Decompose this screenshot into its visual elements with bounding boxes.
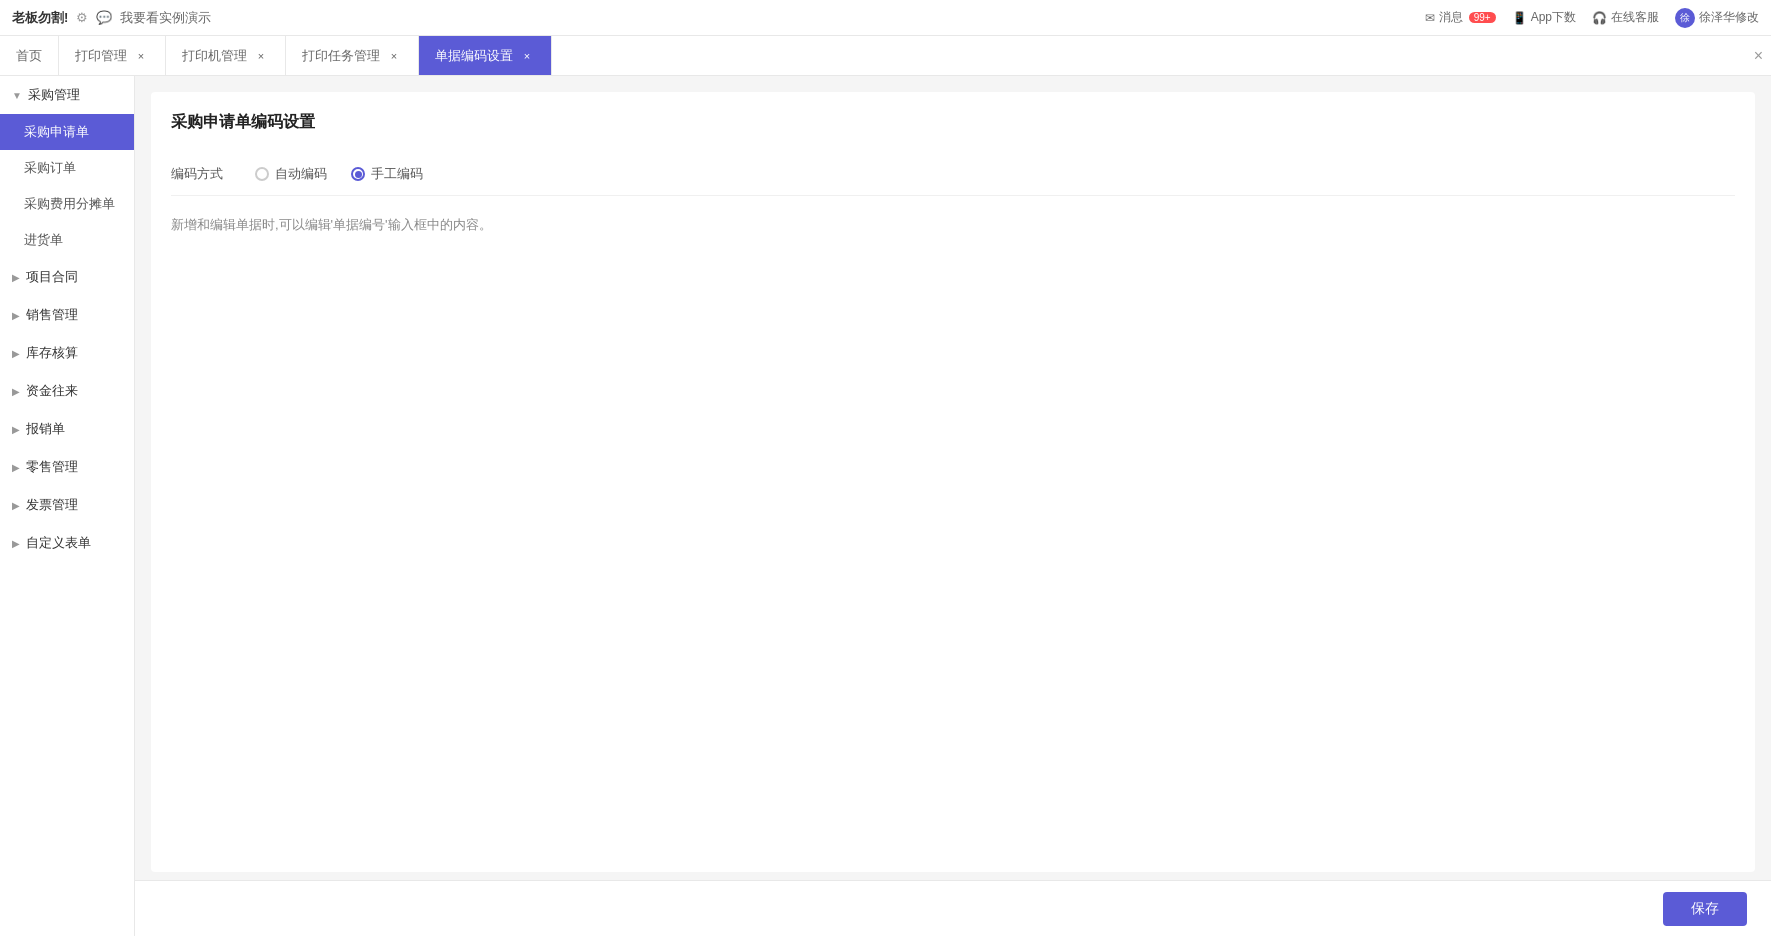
sidebar-item-purchase-order-label: 采购订单 bbox=[24, 160, 76, 175]
app-icon: 📱 bbox=[1512, 11, 1527, 25]
hint-text: 新增和编辑单据时,可以编辑'单据编号'输入框中的内容。 bbox=[171, 216, 1735, 234]
sidebar-item-purchase-request-label: 采购申请单 bbox=[24, 124, 89, 139]
content-panel: 采购申请单编码设置 编码方式 自动编码 手工编码 新增和编辑单据时,可以编辑'单… bbox=[151, 92, 1755, 872]
tab-print-manage[interactable]: 打印管理 × bbox=[59, 36, 166, 75]
top-bar-right: ✉ 消息 99+ 📱 App下数 🎧 在线客服 徐 徐泽华修改 bbox=[1425, 8, 1759, 28]
arrow-right-icon-3: ▶ bbox=[12, 348, 20, 359]
tab-print-task-label: 打印任务管理 bbox=[302, 47, 380, 65]
announcement-icon: 💬 bbox=[96, 10, 112, 25]
tab-printer-manage-label: 打印机管理 bbox=[182, 47, 247, 65]
coding-method-row: 编码方式 自动编码 手工编码 bbox=[171, 153, 1735, 196]
radio-auto-circle bbox=[255, 167, 269, 181]
arrow-right-icon-5: ▶ bbox=[12, 424, 20, 435]
sidebar-group-capital-label: 资金往来 bbox=[26, 382, 78, 400]
user-name-label: 徐泽华修改 bbox=[1699, 9, 1759, 26]
sidebar-item-purchase-expense-label: 采购费用分摊单 bbox=[24, 196, 115, 211]
arrow-right-icon-1: ▶ bbox=[12, 272, 20, 283]
message-icon: ✉ bbox=[1425, 11, 1435, 25]
radio-manual-circle bbox=[351, 167, 365, 181]
panel-title: 采购申请单编码设置 bbox=[171, 112, 1735, 133]
sidebar-group-sales-label: 销售管理 bbox=[26, 306, 78, 324]
sidebar-item-goods-receipt-label: 进货单 bbox=[24, 232, 63, 247]
sidebar-group-project-title[interactable]: ▶ 项目合同 bbox=[0, 258, 134, 296]
tab-printer-manage[interactable]: 打印机管理 × bbox=[166, 36, 286, 75]
arrow-right-icon-8: ▶ bbox=[12, 538, 20, 549]
sidebar-group-expense: ▶ 报销单 bbox=[0, 410, 134, 448]
app-download-section[interactable]: 📱 App下数 bbox=[1512, 9, 1576, 26]
sidebar-item-purchase-order[interactable]: 采购订单 bbox=[0, 150, 134, 186]
sidebar-group-invoice-label: 发票管理 bbox=[26, 496, 78, 514]
sidebar: ▼ 采购管理 采购申请单 采购订单 采购费用分摊单 进货单 ▶ 项目合同 bbox=[0, 76, 135, 936]
announcement-text[interactable]: 我要看实例演示 bbox=[120, 9, 211, 27]
save-button[interactable]: 保存 bbox=[1663, 892, 1747, 926]
sidebar-group-inventory: ▶ 库存核算 bbox=[0, 334, 134, 372]
sidebar-group-expense-label: 报销单 bbox=[26, 420, 65, 438]
message-badge: 99+ bbox=[1469, 12, 1496, 23]
avatar-icon: 徐 bbox=[1675, 8, 1695, 28]
sidebar-group-inventory-label: 库存核算 bbox=[26, 344, 78, 362]
arrow-right-icon-7: ▶ bbox=[12, 500, 20, 511]
top-bar-left: 老板勿割! ⚙ 💬 我要看实例演示 bbox=[12, 9, 211, 27]
sidebar-group-inventory-title[interactable]: ▶ 库存核算 bbox=[0, 334, 134, 372]
tab-print-manage-close[interactable]: × bbox=[133, 48, 149, 64]
tab-home-label: 首页 bbox=[16, 47, 42, 65]
online-service-section[interactable]: 🎧 在线客服 bbox=[1592, 9, 1659, 26]
sidebar-group-capital: ▶ 资金往来 bbox=[0, 372, 134, 410]
sidebar-group-sales-title[interactable]: ▶ 销售管理 bbox=[0, 296, 134, 334]
arrow-right-icon-6: ▶ bbox=[12, 462, 20, 473]
sidebar-group-sales: ▶ 销售管理 bbox=[0, 296, 134, 334]
bottom-bar: 保存 bbox=[135, 880, 1771, 936]
sidebar-item-goods-receipt[interactable]: 进货单 bbox=[0, 222, 134, 258]
sidebar-group-retail-label: 零售管理 bbox=[26, 458, 78, 476]
tab-barcode-setting[interactable]: 单据编码设置 × bbox=[419, 36, 552, 75]
sidebar-item-purchase-expense[interactable]: 采购费用分摊单 bbox=[0, 186, 134, 222]
tab-home[interactable]: 首页 bbox=[0, 36, 59, 75]
top-bar: 老板勿割! ⚙ 💬 我要看实例演示 ✉ 消息 99+ 📱 App下数 🎧 在线客… bbox=[0, 0, 1771, 36]
tab-barcode-setting-close[interactable]: × bbox=[519, 48, 535, 64]
sidebar-group-expense-title[interactable]: ▶ 报销单 bbox=[0, 410, 134, 448]
tab-print-manage-label: 打印管理 bbox=[75, 47, 127, 65]
radio-manual-label: 手工编码 bbox=[371, 165, 423, 183]
message-label: 消息 bbox=[1439, 9, 1463, 26]
radio-manual-code[interactable]: 手工编码 bbox=[351, 165, 423, 183]
sidebar-group-purchase: ▼ 采购管理 采购申请单 采购订单 采购费用分摊单 进货单 bbox=[0, 76, 134, 258]
online-service-label: 在线客服 bbox=[1611, 9, 1659, 26]
tab-print-task[interactable]: 打印任务管理 × bbox=[286, 36, 419, 75]
arrow-right-icon-2: ▶ bbox=[12, 310, 20, 321]
tab-printer-manage-close[interactable]: × bbox=[253, 48, 269, 64]
sidebar-group-custom-label: 自定义表单 bbox=[26, 534, 91, 552]
main-content: 采购申请单编码设置 编码方式 自动编码 手工编码 新增和编辑单据时,可以编辑'单… bbox=[135, 76, 1771, 936]
sidebar-group-invoice: ▶ 发票管理 bbox=[0, 486, 134, 524]
headset-icon: 🎧 bbox=[1592, 11, 1607, 25]
sidebar-group-custom-title[interactable]: ▶ 自定义表单 bbox=[0, 524, 134, 562]
sidebar-group-invoice-title[interactable]: ▶ 发票管理 bbox=[0, 486, 134, 524]
tab-barcode-setting-label: 单据编码设置 bbox=[435, 47, 513, 65]
sidebar-group-project: ▶ 项目合同 bbox=[0, 258, 134, 296]
tab-bar: 首页 打印管理 × 打印机管理 × 打印任务管理 × 单据编码设置 × × bbox=[0, 36, 1771, 76]
arrow-down-icon: ▼ bbox=[12, 90, 22, 101]
sidebar-group-purchase-label: 采购管理 bbox=[28, 86, 80, 104]
radio-auto-code[interactable]: 自动编码 bbox=[255, 165, 327, 183]
coding-method-label: 编码方式 bbox=[171, 165, 223, 183]
sidebar-group-capital-title[interactable]: ▶ 资金往来 bbox=[0, 372, 134, 410]
radio-auto-label: 自动编码 bbox=[275, 165, 327, 183]
global-close-btn[interactable]: × bbox=[1754, 47, 1763, 65]
sidebar-group-custom: ▶ 自定义表单 bbox=[0, 524, 134, 562]
layout: ▼ 采购管理 采购申请单 采购订单 采购费用分摊单 进货单 ▶ 项目合同 bbox=[0, 76, 1771, 936]
sidebar-group-purchase-title[interactable]: ▼ 采购管理 bbox=[0, 76, 134, 114]
settings-icon[interactable]: ⚙ bbox=[76, 10, 88, 25]
logo-text: 老板勿割! bbox=[12, 9, 68, 27]
user-section[interactable]: 徐 徐泽华修改 bbox=[1675, 8, 1759, 28]
sidebar-group-retail-title[interactable]: ▶ 零售管理 bbox=[0, 448, 134, 486]
sidebar-item-purchase-request[interactable]: 采购申请单 bbox=[0, 114, 134, 150]
message-section[interactable]: ✉ 消息 99+ bbox=[1425, 9, 1496, 26]
arrow-right-icon-4: ▶ bbox=[12, 386, 20, 397]
app-download-label: App下数 bbox=[1531, 9, 1576, 26]
tab-print-task-close[interactable]: × bbox=[386, 48, 402, 64]
sidebar-group-retail: ▶ 零售管理 bbox=[0, 448, 134, 486]
sidebar-group-project-label: 项目合同 bbox=[26, 268, 78, 286]
